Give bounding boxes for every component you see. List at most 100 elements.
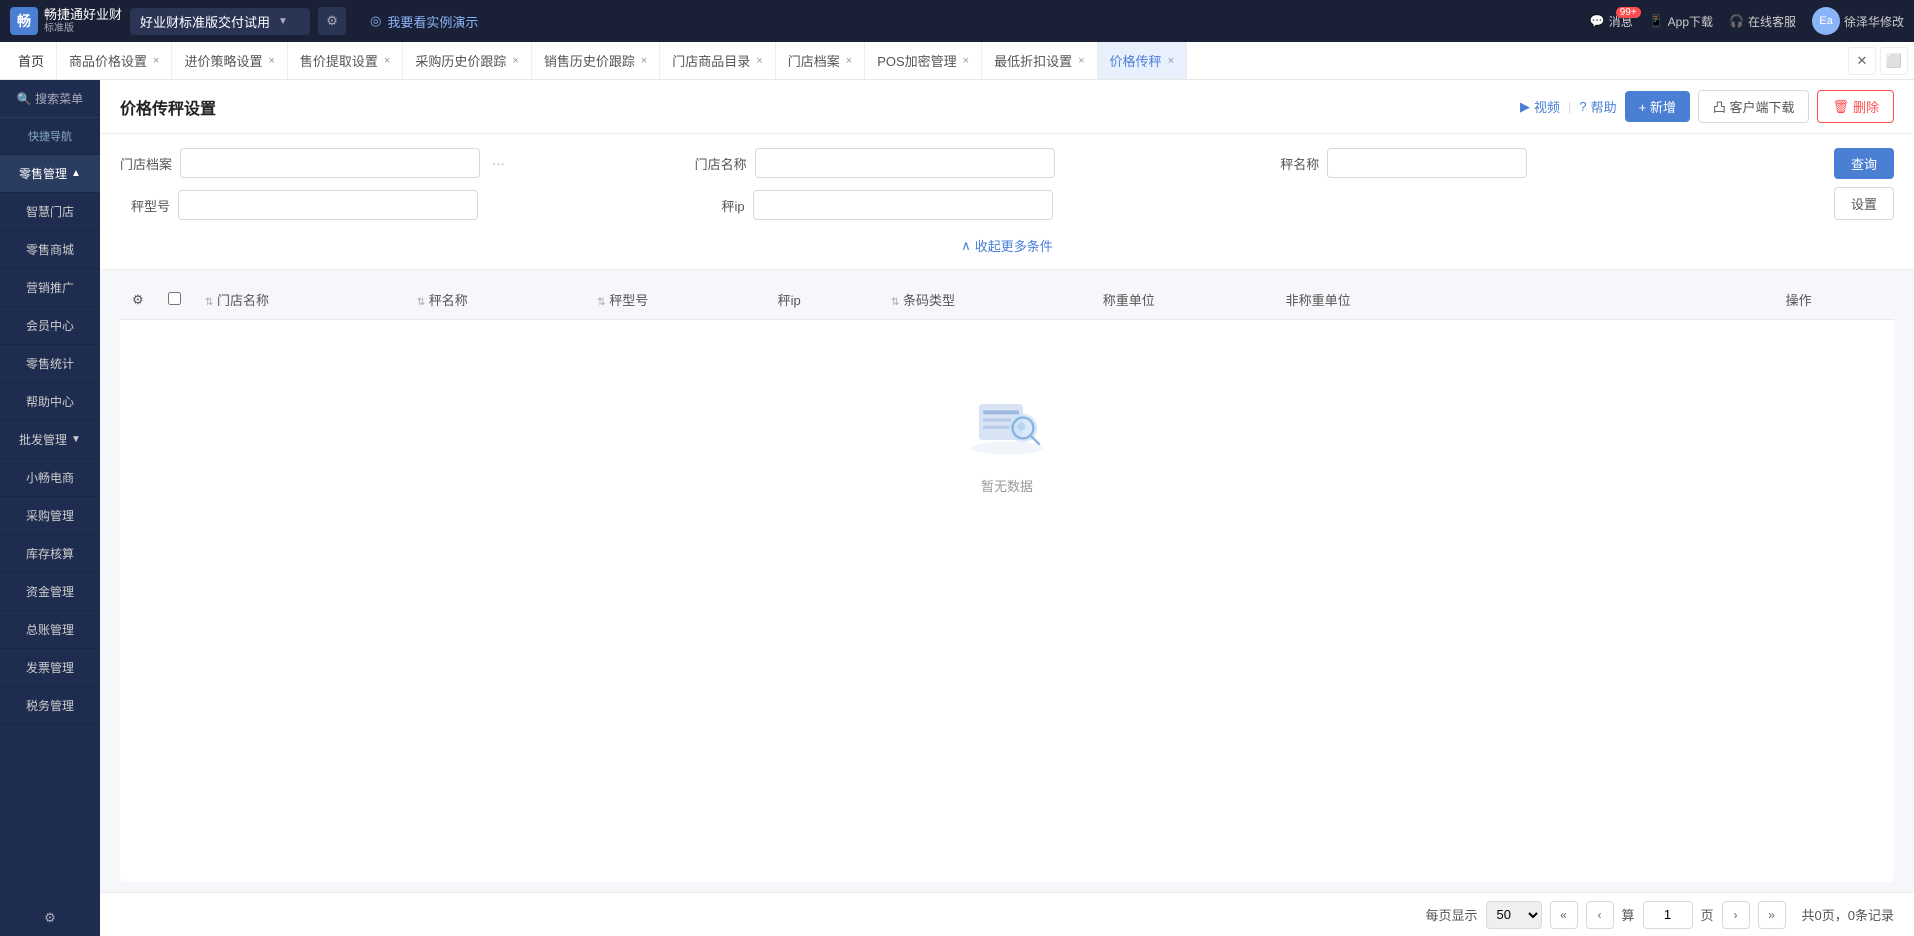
retail-expand-icon: ▲	[71, 168, 81, 179]
top-bar-left: 畅 畅捷通好业财 标准版 好业财标准版交付试用 ▼ ⚙ ◎ 我要看实例演示	[10, 7, 478, 35]
online-service-button[interactable]: 🎧 在线客服	[1729, 13, 1796, 30]
sidebar-item-tax[interactable]: 税务管理	[0, 687, 100, 725]
wholesale-expand-icon: ▼	[71, 434, 81, 445]
close-pos-icon[interactable]: ×	[963, 55, 969, 67]
filter-and-buttons: 门店档案 ··· 门店名称 秤名称	[120, 148, 1894, 232]
add-button[interactable]: + 新增	[1625, 91, 1690, 122]
close-store-catalog-icon[interactable]: ×	[756, 55, 762, 67]
sidebar-item-marketing[interactable]: 营销推广	[0, 269, 100, 307]
sort-scale-name-icon[interactable]: ⇅	[417, 297, 425, 308]
sidebar-settings-btn[interactable]: ⚙	[0, 900, 100, 936]
sidebar-item-smartstore[interactable]: 智慧门店	[0, 193, 100, 231]
close-commodity-price-icon[interactable]: ×	[153, 55, 159, 67]
user-menu[interactable]: Ea 徐泽华修改	[1812, 7, 1904, 35]
tab-selling-extract[interactable]: 售价提取设置 ×	[288, 42, 403, 80]
collapse-button[interactable]: ∧ 收起更多条件	[961, 236, 1053, 255]
prev-page-button[interactable]: ‹	[1586, 901, 1614, 929]
store-archive-input[interactable]	[180, 148, 480, 178]
version-dropdown[interactable]: 好业财标准版交付试用 ▼	[130, 8, 310, 35]
sidebar-item-wholesale[interactable]: 批发管理 ▼	[0, 421, 100, 459]
close-min-discount-icon[interactable]: ×	[1078, 55, 1084, 67]
tab-pos-encryption[interactable]: POS加密管理 ×	[865, 42, 982, 80]
tab-home[interactable]: 首页	[6, 42, 57, 80]
close-selling-extract-icon[interactable]: ×	[384, 55, 390, 67]
filter-fields: 门店档案 ··· 门店名称 秤名称	[120, 148, 1824, 232]
store-archive-dots[interactable]: ···	[488, 156, 509, 171]
last-page-button[interactable]: »	[1758, 901, 1786, 929]
tab-sales-history[interactable]: 销售历史价跟踪 ×	[532, 42, 660, 80]
sidebar-item-member[interactable]: 会员中心	[0, 307, 100, 345]
close-purchase-history-icon[interactable]: ×	[512, 55, 518, 67]
sidebar-item-inventory[interactable]: 库存核算	[0, 535, 100, 573]
demo-button[interactable]: ◎ 我要看实例演示	[370, 12, 478, 31]
video-link[interactable]: ▶ 视频	[1520, 97, 1560, 116]
top-bar-right: 💬 消息 99+ 📱 App下载 🎧 在线客服 Ea 徐泽华修改	[1590, 7, 1904, 35]
tab-purchase-strategy[interactable]: 进价策略设置 ×	[172, 42, 287, 80]
logo-area: 畅 畅捷通好业财 标准版	[10, 7, 122, 35]
sidebar-item-help[interactable]: 帮助中心	[0, 383, 100, 421]
message-badge: 99+	[1616, 7, 1641, 18]
page-number-input[interactable]	[1643, 901, 1693, 929]
next-page-button[interactable]: ›	[1722, 901, 1750, 929]
th-weight-unit: 称重单位	[1091, 280, 1274, 320]
video-icon: ▶	[1520, 99, 1530, 115]
collapse-icon: ∧	[961, 238, 971, 254]
sidebar-item-finance[interactable]: 资金管理	[0, 573, 100, 611]
download-button[interactable]: 凸 客户端下载	[1698, 90, 1810, 123]
expand-tab-button[interactable]: ⬜	[1880, 47, 1908, 75]
tab-store-catalog[interactable]: 门店商品目录 ×	[660, 42, 775, 80]
filter-group-store-archive: 门店档案 ···	[120, 148, 675, 178]
close-sales-history-icon[interactable]: ×	[641, 55, 647, 67]
sort-store-name-icon[interactable]: ⇅	[205, 297, 213, 308]
query-button[interactable]: 查询	[1834, 148, 1894, 179]
tab-commodity-price[interactable]: 商品价格设置 ×	[57, 42, 172, 80]
close-purchase-strategy-icon[interactable]: ×	[268, 55, 274, 67]
filter-row-2: 秤型号 秤ip	[120, 190, 1824, 220]
help-link[interactable]: ? 帮助	[1579, 97, 1616, 116]
settings-button[interactable]: ⚙	[318, 7, 346, 35]
empty-text: 暂无数据	[981, 476, 1033, 495]
sidebar-item-retail[interactable]: 零售管理 ▲	[0, 155, 100, 193]
tab-store-archive[interactable]: 门店档案 ×	[776, 42, 865, 80]
tab-end-buttons: ✕ ⬜	[1848, 47, 1908, 75]
sidebar-item-retail-stats[interactable]: 零售统计	[0, 345, 100, 383]
scale-ip-input[interactable]	[753, 190, 1053, 220]
th-store-name: ⇅ 门店名称	[193, 280, 405, 320]
scale-model-input[interactable]	[178, 190, 478, 220]
table-checkbox-th[interactable]	[156, 280, 193, 320]
data-table: ⚙ ⇅ 门店名称 ⇅ 秤名称 ⇅	[120, 280, 1894, 555]
messages-button[interactable]: 💬 消息 99+	[1590, 13, 1633, 30]
close-price-scale-icon[interactable]: ×	[1168, 55, 1174, 67]
tab-purchase-history[interactable]: 采购历史价跟踪 ×	[403, 42, 531, 80]
sidebar-item-ledger[interactable]: 总账管理	[0, 611, 100, 649]
scale-name-input[interactable]	[1327, 148, 1527, 178]
help-icon: ?	[1579, 99, 1586, 114]
per-page-select[interactable]: 10 20 50 100	[1486, 901, 1542, 929]
select-all-checkbox[interactable]	[168, 292, 181, 305]
th-nonweight-unit: 非称重单位	[1274, 280, 1774, 320]
sort-scale-model-icon[interactable]: ⇅	[597, 297, 605, 308]
set-button[interactable]: 设置	[1834, 187, 1894, 220]
per-page-label: 每页显示	[1425, 905, 1477, 924]
sidebar-item-invoice[interactable]: 发票管理	[0, 649, 100, 687]
sidebar-item-retail-mall[interactable]: 零售商城	[0, 231, 100, 269]
filter-group-scale-ip: 秤ip	[695, 190, 1250, 220]
tab-price-scale[interactable]: 价格传秤 ×	[1098, 42, 1187, 80]
empty-state: 暂无数据	[120, 320, 1894, 555]
delete-button[interactable]: 🗑 删除	[1817, 90, 1894, 123]
store-name-input[interactable]	[755, 148, 1055, 178]
table-settings-th[interactable]: ⚙	[120, 280, 156, 320]
scale-name-label: 秤名称	[1269, 154, 1319, 173]
app-download-button[interactable]: 📱 App下载	[1649, 13, 1713, 30]
sidebar-item-ecommerce[interactable]: 小畅电商	[0, 459, 100, 497]
top-bar: 畅 畅捷通好业财 标准版 好业财标准版交付试用 ▼ ⚙ ◎ 我要看实例演示 💬 …	[0, 0, 1914, 42]
close-store-archive-icon[interactable]: ×	[846, 55, 852, 67]
close-tab-button[interactable]: ✕	[1848, 47, 1876, 75]
sidebar-item-purchase[interactable]: 采购管理	[0, 497, 100, 535]
th-barcode-type: ⇅ 条码类型	[879, 280, 1091, 320]
first-page-button[interactable]: «	[1550, 901, 1578, 929]
page-header: 价格传秤设置 ▶ 视频 | ? 帮助 + 新增 凸 客户端下载 🗑	[100, 80, 1914, 134]
sort-barcode-icon[interactable]: ⇅	[891, 297, 899, 308]
sidebar-search-btn[interactable]: 🔍 搜索菜单	[0, 80, 100, 118]
tab-min-discount[interactable]: 最低折扣设置 ×	[982, 42, 1097, 80]
